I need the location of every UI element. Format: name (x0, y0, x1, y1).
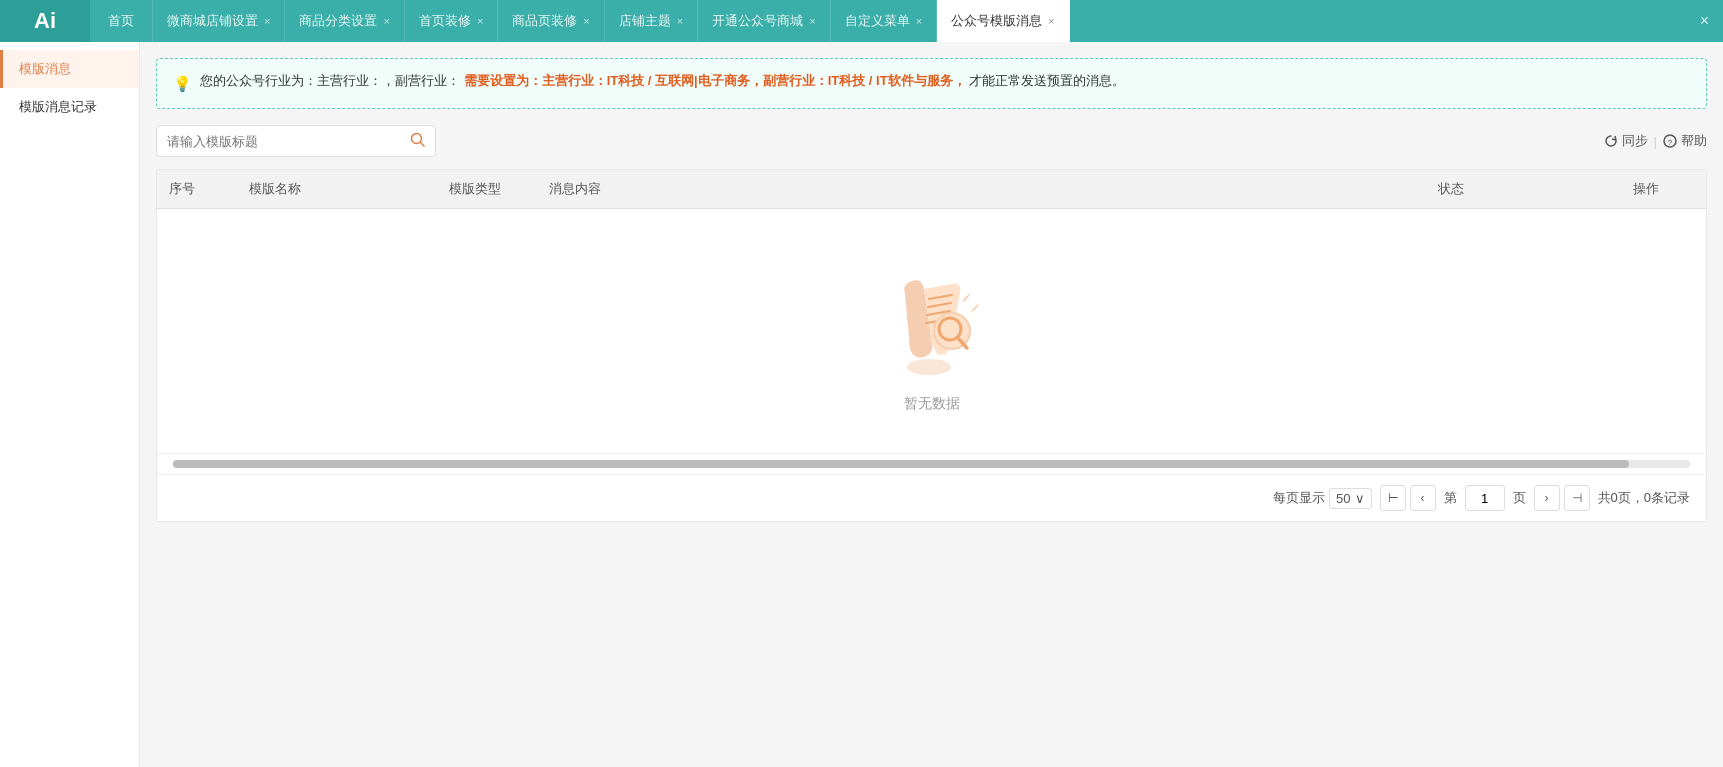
tab-product-decor[interactable]: 商品页装修 × (498, 0, 604, 42)
tab-category-settings[interactable]: 商品分类设置 × (285, 0, 404, 42)
tab-shop-theme[interactable]: 店铺主题 × (605, 0, 698, 42)
scrollbar-thumb (173, 460, 1629, 468)
tab-template-msg[interactable]: 公众号模版消息 × (937, 0, 1069, 42)
svg-point-4 (907, 359, 951, 375)
search-input[interactable] (157, 134, 400, 149)
search-icon (410, 132, 425, 147)
page-total: 共0页，0条记录 (1598, 489, 1690, 507)
content-area: 💡 您的公众号行业为：主营行业：，副营行业： 需要设置为：主营行业：IT科技 /… (140, 42, 1723, 767)
th-status: 状态 (1426, 170, 1586, 208)
data-table: 序号 模版名称 模版类型 消息内容 状态 操作 (156, 169, 1707, 522)
th-seq: 序号 (157, 170, 237, 208)
empty-state: 暂无数据 (157, 209, 1706, 453)
sync-icon (1604, 134, 1618, 148)
page-first-button[interactable]: ⊢ (1380, 485, 1406, 511)
notice-highlight: 需要设置为：主营行业：IT科技 / 互联网|电子商务，副营行业：IT科技 / I… (464, 73, 966, 88)
sidebar-item-template-msg-log[interactable]: 模版消息记录 (0, 88, 139, 126)
global-close-button[interactable]: × (1686, 12, 1723, 30)
tab-close-home-decor[interactable]: × (477, 15, 483, 27)
page-input[interactable] (1465, 485, 1505, 511)
tab-home[interactable]: 首页 (90, 0, 153, 42)
page-prev-button[interactable]: ‹ (1410, 485, 1436, 511)
pagination: 每页显示 50 ∨ ⊢ ‹ 第 页 › ⊣ 共0页，0条记录 (157, 474, 1706, 521)
fake-scrollbar[interactable] (173, 460, 1690, 468)
chevron-down-icon: ∨ (1355, 491, 1365, 506)
main-layout: 模版消息 模版消息记录 💡 您的公众号行业为：主营行业：，副营行业： 需要设置为… (0, 42, 1723, 767)
logo: Ai (0, 0, 90, 42)
page-next-button[interactable]: › (1534, 485, 1560, 511)
page-last-button[interactable]: ⊣ (1564, 485, 1590, 511)
tab-close-category-settings[interactable]: × (383, 15, 389, 27)
page-size-dropdown[interactable]: 50 ∨ (1329, 488, 1371, 509)
notice-box: 💡 您的公众号行业为：主营行业：，副营行业： 需要设置为：主营行业：IT科技 /… (156, 58, 1707, 109)
table-header: 序号 模版名称 模版类型 消息内容 状态 操作 (157, 170, 1706, 209)
svg-line-1 (421, 143, 425, 147)
empty-icon (877, 269, 987, 379)
page-size-select: 每页显示 50 ∨ (1273, 488, 1371, 509)
notice-prefix: 您的公众号行业为：主营行业：，副营行业： (200, 73, 460, 88)
empty-text: 暂无数据 (904, 395, 960, 413)
svg-text:?: ? (1668, 138, 1673, 147)
tab-close-shop-theme[interactable]: × (677, 15, 683, 27)
tab-custom-menu[interactable]: 自定义菜单 × (831, 0, 937, 42)
notice-icon: 💡 (173, 72, 192, 96)
tab-open-mall[interactable]: 开通公众号商城 × (698, 0, 830, 42)
tab-close-product-decor[interactable]: × (583, 15, 589, 27)
scrollbar-area (157, 453, 1706, 474)
page-nav: ⊢ ‹ 第 页 › ⊣ (1380, 485, 1590, 511)
tab-shop-settings[interactable]: 微商城店铺设置 × (153, 0, 285, 42)
tab-close-custom-menu[interactable]: × (916, 15, 922, 27)
tab-close-shop-settings[interactable]: × (264, 15, 270, 27)
svg-line-13 (963, 297, 967, 301)
sidebar-item-template-msg[interactable]: 模版消息 (0, 50, 139, 88)
tab-close-template-msg[interactable]: × (1048, 15, 1054, 27)
help-icon: ? (1663, 134, 1677, 148)
search-input-wrap[interactable] (156, 125, 436, 157)
search-bar: 同步 | ? 帮助 (156, 125, 1707, 157)
divider: | (1654, 134, 1657, 149)
sync-button[interactable]: 同步 (1604, 132, 1648, 150)
th-content: 消息内容 (537, 170, 1426, 208)
help-button[interactable]: ? 帮助 (1663, 132, 1707, 150)
search-button[interactable] (400, 132, 435, 150)
tab-close-open-mall[interactable]: × (809, 15, 815, 27)
tab-bar: 首页 微商城店铺设置 × 商品分类设置 × 首页装修 × 商品页装修 × 店铺主… (90, 0, 1686, 42)
th-action: 操作 (1586, 170, 1706, 208)
tab-home-decor[interactable]: 首页装修 × (405, 0, 498, 42)
th-name: 模版名称 (237, 170, 437, 208)
th-type: 模版类型 (437, 170, 537, 208)
toolbar-right: 同步 | ? 帮助 (1604, 132, 1707, 150)
top-nav: Ai 首页 微商城店铺设置 × 商品分类设置 × 首页装修 × 商品页装修 × … (0, 0, 1723, 42)
svg-line-15 (972, 307, 976, 311)
sidebar: 模版消息 模版消息记录 (0, 42, 140, 767)
notice-suffix: 才能正常发送预置的消息。 (969, 73, 1125, 88)
